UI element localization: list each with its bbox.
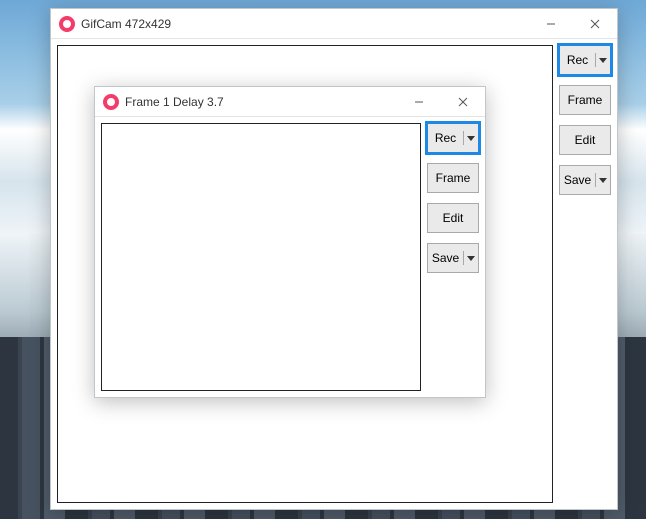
rec-button[interactable]: Rec <box>559 45 611 75</box>
save-button[interactable]: Save <box>427 243 479 273</box>
window-title: Frame 1 Delay 3.7 <box>125 95 224 109</box>
rec-dropdown[interactable] <box>464 136 478 141</box>
save-dropdown[interactable] <box>596 178 610 183</box>
rec-button-label: Rec <box>560 53 596 67</box>
frame-button[interactable]: Frame <box>559 85 611 115</box>
frame-button-label: Frame <box>436 171 471 185</box>
minimize-button[interactable] <box>529 9 573 38</box>
titlebar[interactable]: GifCam 472x429 <box>51 9 617 39</box>
close-icon <box>590 19 600 29</box>
frame-button[interactable]: Frame <box>427 163 479 193</box>
minimize-icon <box>546 19 556 29</box>
toolbar: Rec Frame Edit Save <box>421 117 485 397</box>
toolbar: Rec Frame Edit Save <box>553 39 617 509</box>
edit-button[interactable]: Edit <box>559 125 611 155</box>
capture-area[interactable] <box>101 123 421 391</box>
close-button[interactable] <box>441 87 485 116</box>
minimize-icon <box>414 97 424 107</box>
edit-button[interactable]: Edit <box>427 203 479 233</box>
close-icon <box>458 97 468 107</box>
rec-button[interactable]: Rec <box>427 123 479 153</box>
minimize-button[interactable] <box>397 87 441 116</box>
titlebar[interactable]: Frame 1 Delay 3.7 <box>95 87 485 117</box>
edit-button-label: Edit <box>443 211 464 225</box>
app-icon <box>103 94 119 110</box>
rec-dropdown[interactable] <box>596 58 610 63</box>
close-button[interactable] <box>573 9 617 38</box>
app-icon <box>59 16 75 32</box>
save-dropdown[interactable] <box>464 256 478 261</box>
rec-button-label: Rec <box>428 131 464 145</box>
edit-button-label: Edit <box>575 133 596 147</box>
gifcam-frame-window: Frame 1 Delay 3.7 Rec Frame Edit <box>94 86 486 398</box>
save-button[interactable]: Save <box>559 165 611 195</box>
save-button-label: Save <box>428 251 464 265</box>
window-title: GifCam 472x429 <box>81 17 171 31</box>
frame-button-label: Frame <box>568 93 603 107</box>
save-button-label: Save <box>560 173 596 187</box>
